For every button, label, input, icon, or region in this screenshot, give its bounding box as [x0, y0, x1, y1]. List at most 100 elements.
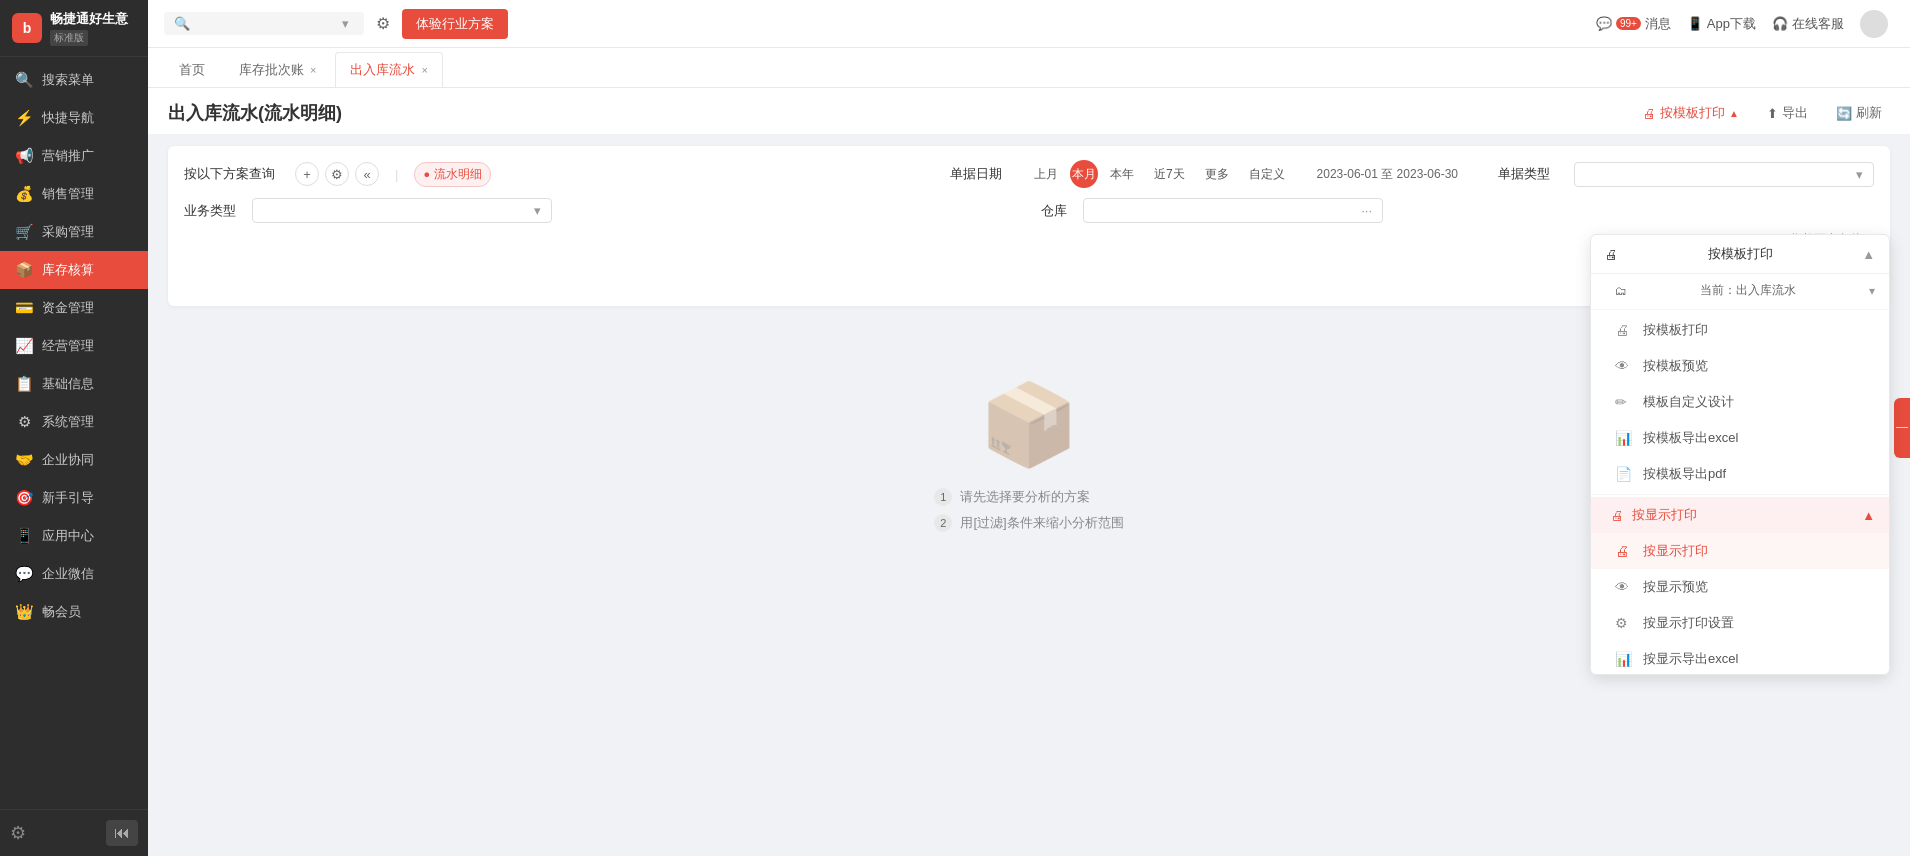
app-download-btn[interactable]: 📱 App下载	[1687, 15, 1756, 33]
sidebar-item-guide[interactable]: 🎯新手引导	[0, 479, 148, 517]
sidebar-item-purchase[interactable]: 🛒 采购管理	[0, 213, 148, 251]
tab-bar: 首页 库存批次账× 出入库流水 ×	[148, 48, 1910, 88]
empty-steps: 1 请先选择要分析的方案 2 用[过滤]条件来缩小分析范围	[934, 488, 1123, 540]
empty-icon: 📦	[979, 378, 1079, 472]
nav-label-search: 搜索菜单	[42, 71, 94, 89]
sidebar-item-operation[interactable]: 📈经营管理	[0, 327, 148, 365]
dp-current-arrow: ▾	[1869, 284, 1875, 298]
nav-label-guide: 新手引导	[42, 489, 94, 507]
sidebar-collapse-icon[interactable]: ⏮	[106, 820, 138, 846]
empty-step-2: 2 用[过滤]条件来缩小分析范围	[934, 514, 1123, 532]
dp-display-section-header[interactable]: 🖨 按显示打印 ▲	[1591, 497, 1889, 533]
page-actions: 🖨 按模板打印 ▲ ⬆ 导出 🔄 刷新	[1635, 100, 1890, 126]
date-range: 2023-06-01 至 2023-06-30	[1317, 166, 1458, 183]
nav-icon-purchase: 🛒	[14, 223, 34, 241]
export-btn[interactable]: ⬆ 导出	[1759, 100, 1816, 126]
tab-close-flow[interactable]: ×	[421, 64, 427, 76]
sidebar-item-finance[interactable]: 💳资金管理	[0, 289, 148, 327]
add-filter-btn[interactable]: +	[295, 162, 319, 186]
dp-icon-template-export-excel: 📊	[1615, 430, 1633, 446]
sidebar-item-inventory[interactable]: 📦库存核算	[0, 251, 148, 289]
nav-icon-enterprise: 🤝	[14, 451, 34, 469]
dp-item-template-print[interactable]: 🖨按模板打印	[1591, 312, 1889, 348]
biz-type-label: 业务类型	[184, 202, 236, 220]
sidebar-item-basic[interactable]: 📋基础信息	[0, 365, 148, 403]
filter-settings-btn[interactable]: ⚙	[325, 162, 349, 186]
sidebar-item-search[interactable]: 🔍 搜索菜单	[0, 61, 148, 99]
dp-display-icon: 🖨	[1611, 508, 1624, 523]
nav-label-inventory: 库存核算	[42, 261, 94, 279]
tab-home[interactable]: 首页	[164, 52, 220, 87]
nav-icon-basic: 📋	[14, 375, 34, 393]
tab-label-flow: 出入库流水	[350, 61, 415, 79]
settings-gear-icon[interactable]: ⚙	[10, 822, 26, 844]
online-service-btn[interactable]: 🎧 在线客服	[1772, 15, 1844, 33]
industry-btn[interactable]: 体验行业方案	[402, 9, 508, 39]
dp-icon-template-custom: ✏	[1615, 394, 1633, 410]
nav-icon-app-center: 📱	[14, 527, 34, 545]
filter-collapse-btn[interactable]: «	[355, 162, 379, 186]
sidebar-item-enterprise[interactable]: 🤝企业协同	[0, 441, 148, 479]
dp-item-template-export-excel[interactable]: 📊按模板导出excel	[1591, 420, 1889, 456]
sidebar-item-marketing[interactable]: 📢 营销推广	[0, 137, 148, 175]
warehouse-select[interactable]: ···	[1083, 198, 1383, 223]
dp-item-template-export-pdf[interactable]: 📄按模板导出pdf	[1591, 456, 1889, 492]
message-badge[interactable]: 💬 99+ 消息	[1596, 15, 1671, 33]
print-template-btn[interactable]: 🖨 按模板打印 ▲	[1635, 100, 1747, 126]
search-input[interactable]	[196, 16, 336, 31]
date-tab-本月[interactable]: 本月	[1070, 160, 1098, 188]
dp-item-template-custom[interactable]: ✏模板自定义设计	[1591, 384, 1889, 420]
nav-icon-finance: 💳	[14, 299, 34, 317]
search-box: 🔍 ▾	[164, 12, 364, 35]
search-icon: 🔍	[174, 16, 190, 31]
search-dropdown-icon[interactable]: ▾	[342, 16, 349, 31]
user-avatar	[1860, 10, 1888, 38]
nav-label-purchase: 采购管理	[42, 223, 94, 241]
filter-label: 按以下方案查询	[184, 165, 275, 183]
nav-label-member: 畅会员	[42, 603, 81, 621]
nav-icon-shortcut: ⚡	[14, 109, 34, 127]
user-avatar-btn[interactable]	[1860, 10, 1894, 38]
nav-icon-marketing: 📢	[14, 147, 34, 165]
type-select[interactable]: ▾	[1574, 162, 1874, 187]
tab-label-home: 首页	[179, 61, 205, 79]
content-area: 按以下方案查询 + ⚙ « | ● 流水明细 单据日期 上月本月本年近7天更多自…	[148, 134, 1910, 856]
right-edge-btn[interactable]: │	[1894, 398, 1910, 458]
refresh-icon: 🔄	[1836, 106, 1852, 121]
dp-close-arrow[interactable]: ▲	[1862, 247, 1875, 262]
dp-item-template-preview[interactable]: 👁按模板预览	[1591, 348, 1889, 384]
topbar: 🔍 ▾ ⚙ 体验行业方案 💬 99+ 消息 📱 App下载 🎧	[148, 0, 1910, 48]
dp-item-display-print-settings[interactable]: ⚙按显示打印设置	[1591, 605, 1889, 641]
nav-icon-search: 🔍	[14, 71, 34, 89]
print-dropdown-panel: 🖨 按模板打印 ▲ 🗂 当前：出入库流水 ▾ 🖨按模板打印👁按模板预览✏模板自定…	[1590, 234, 1890, 675]
dp-item-display-preview[interactable]: 👁按显示预览	[1591, 569, 1889, 605]
tab-close-batch[interactable]: ×	[310, 64, 316, 76]
sidebar-item-shortcut[interactable]: ⚡快捷导航	[0, 99, 148, 137]
dp-current[interactable]: 🗂 当前：出入库流水 ▾	[1591, 274, 1889, 307]
tab-flow[interactable]: 出入库流水 ×	[335, 52, 442, 87]
nav-label-marketing: 营销推广	[42, 147, 94, 165]
refresh-btn[interactable]: 🔄 刷新	[1828, 100, 1890, 126]
dp-item-display-print[interactable]: 🖨按显示打印	[1591, 533, 1889, 569]
sidebar-item-wechat[interactable]: 💬企业微信	[0, 555, 148, 593]
date-tab-近7天[interactable]: 近7天	[1146, 163, 1193, 186]
dp-item-display-export-excel[interactable]: 📊按显示导出excel	[1591, 641, 1889, 674]
date-tab-自定义[interactable]: 自定义	[1241, 163, 1293, 186]
date-tab-本年[interactable]: 本年	[1102, 163, 1142, 186]
dp-divider-1	[1591, 309, 1889, 310]
sidebar-item-member[interactable]: 👑畅会员	[0, 593, 148, 631]
flow-filter-tag[interactable]: ● 流水明细	[414, 162, 491, 187]
biz-type-select[interactable]: ▾	[252, 198, 552, 223]
dp-icon-display-preview: 👁	[1615, 579, 1633, 595]
sidebar-item-app-center[interactable]: 📱 应用中心	[0, 517, 148, 555]
date-tab-更多[interactable]: 更多	[1197, 163, 1237, 186]
tab-batch[interactable]: 库存批次账×	[224, 52, 331, 87]
date-tab-上月[interactable]: 上月	[1026, 163, 1066, 186]
sidebar-item-sales[interactable]: 💰销售管理	[0, 175, 148, 213]
sidebar-item-system[interactable]: ⚙系统管理	[0, 403, 148, 441]
topbar-gear-icon[interactable]: ⚙	[376, 14, 390, 33]
nav-label-app-center: 应用中心	[42, 527, 94, 545]
app-logo: b	[12, 13, 42, 43]
headset-icon: 🎧	[1772, 16, 1788, 31]
warehouse-more-icon: ···	[1361, 203, 1372, 218]
